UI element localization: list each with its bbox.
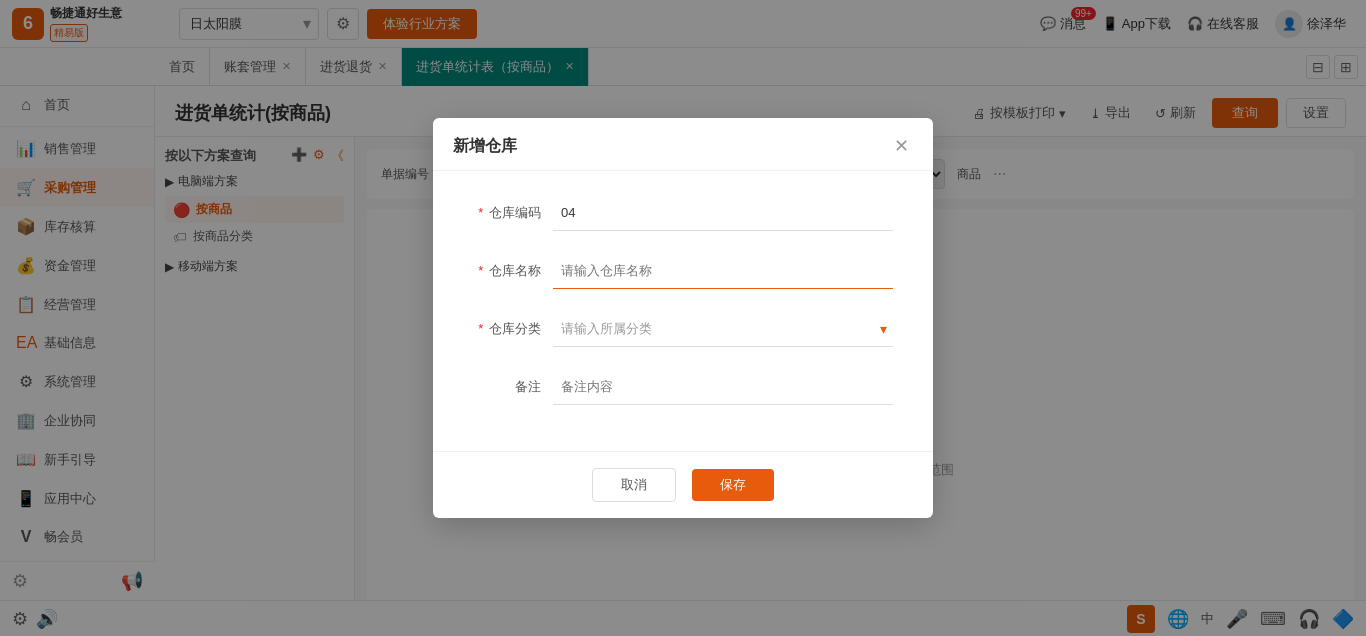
dialog-header: 新增仓库 ✕ (433, 118, 933, 171)
save-button[interactable]: 保存 (692, 469, 774, 501)
dialog-close-button[interactable]: ✕ (889, 134, 913, 158)
form-row-category: 仓库分类 请输入所属分类 ▾ (473, 311, 893, 347)
form-row-remark: 备注 (473, 369, 893, 405)
form-label-remark: 备注 (473, 378, 553, 396)
new-warehouse-dialog: 新增仓库 ✕ 仓库编码 仓库名称 仓库分类 (433, 118, 933, 518)
form-label-code: 仓库编码 (473, 204, 553, 222)
warehouse-category-wrap: 请输入所属分类 ▾ (553, 311, 893, 347)
modal-overlay[interactable]: 新增仓库 ✕ 仓库编码 仓库名称 仓库分类 (0, 0, 1366, 636)
form-label-name: 仓库名称 (473, 262, 553, 280)
dialog-body: 仓库编码 仓库名称 仓库分类 请输入所属分类 (433, 171, 933, 451)
cancel-button[interactable]: 取消 (592, 468, 676, 502)
dialog-title: 新增仓库 (453, 136, 517, 157)
warehouse-remark-input[interactable] (553, 369, 893, 405)
warehouse-name-input[interactable] (553, 253, 893, 289)
warehouse-code-input[interactable] (553, 195, 893, 231)
form-row-name: 仓库名称 (473, 253, 893, 289)
warehouse-category-select[interactable]: 请输入所属分类 (553, 311, 893, 347)
form-row-code: 仓库编码 (473, 195, 893, 231)
dialog-footer: 取消 保存 (433, 451, 933, 518)
form-label-category: 仓库分类 (473, 320, 553, 338)
